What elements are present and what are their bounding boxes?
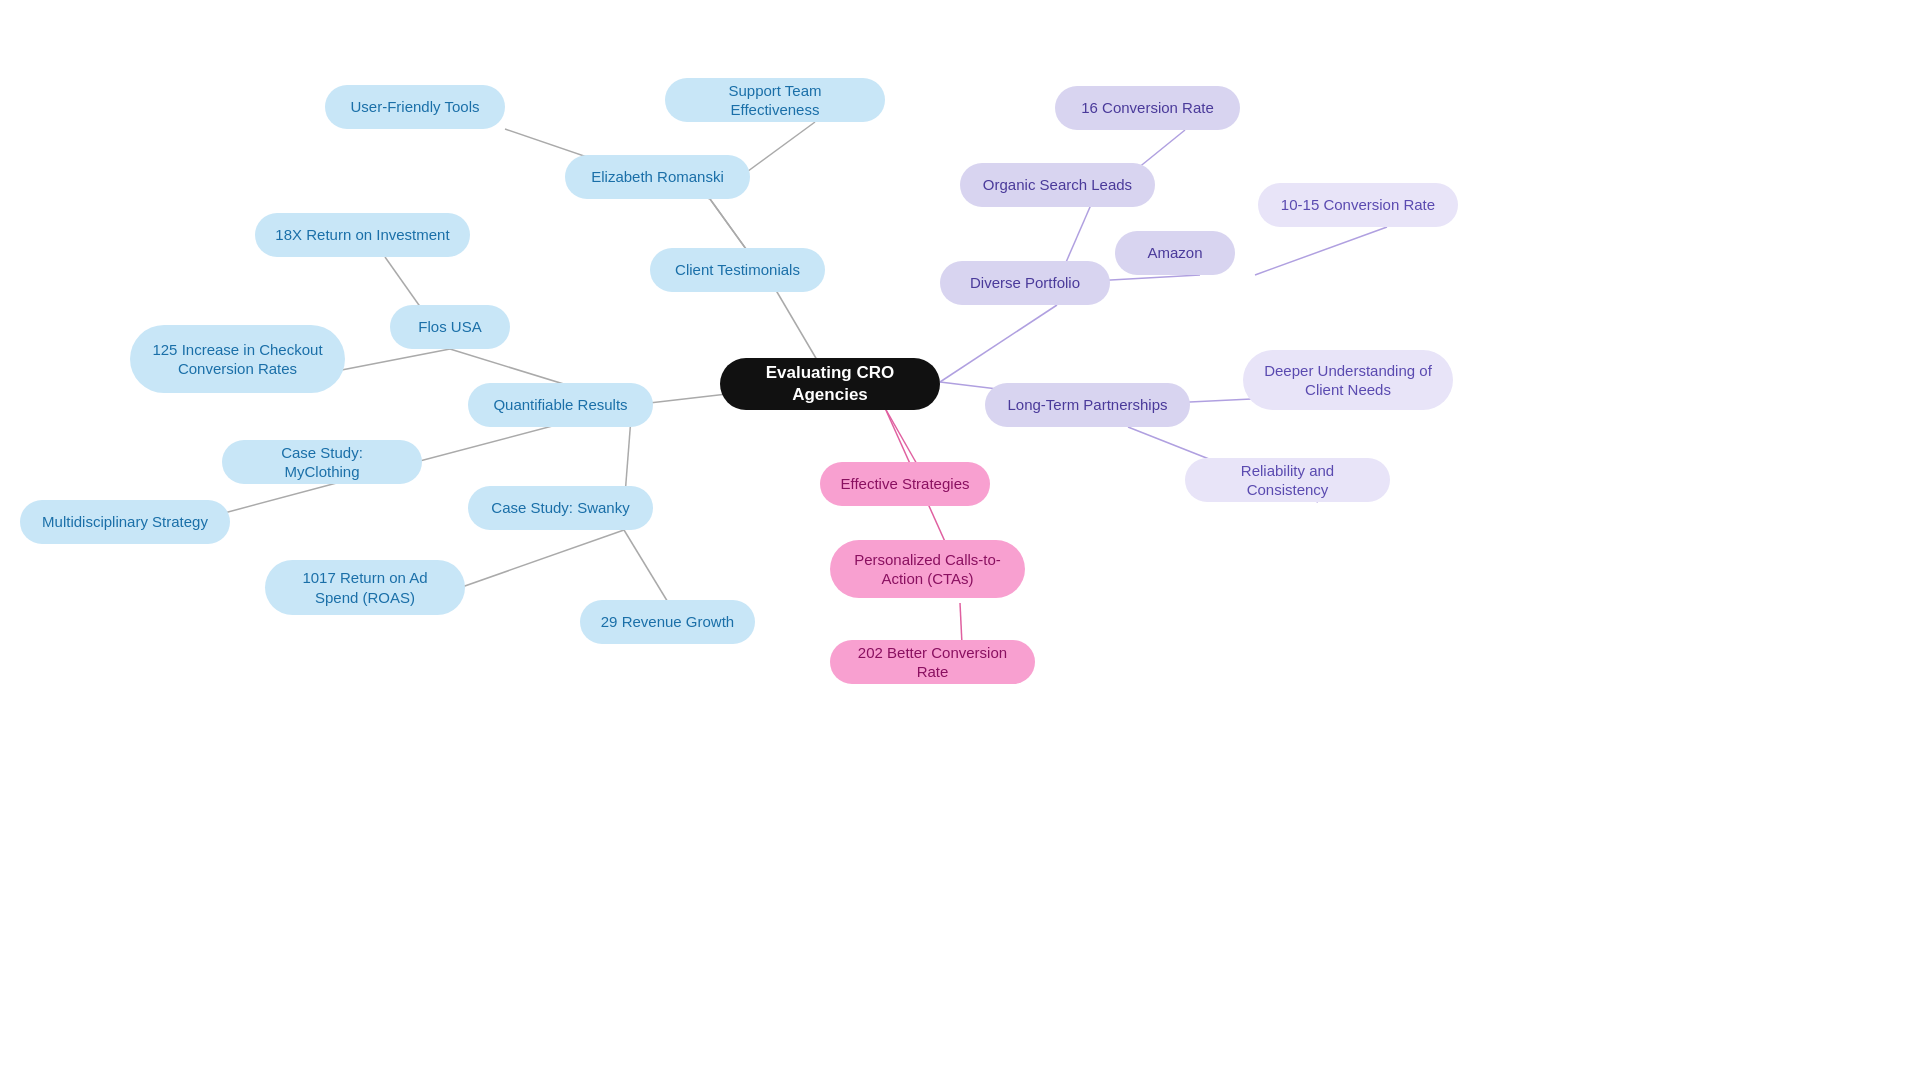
node-personalized-ctas: Personalized Calls-to-Action (CTAs) [830,540,1025,598]
node-conversion-rate-1015: 10-15 Conversion Rate [1258,183,1458,227]
node-quantifiable-results: Quantifiable Results [468,383,653,427]
node-conversion-rate-16: 16 Conversion Rate [1055,86,1240,130]
node-return-on-ad-spend: 1017 Return on Ad Spend (ROAS) [265,560,465,615]
node-revenue-growth: 29 Revenue Growth [580,600,755,644]
node-client-testimonials: Client Testimonials [650,248,825,292]
svg-line-18 [1255,227,1387,275]
node-increase-checkout: 125 Increase in Checkout Conversion Rate… [130,325,345,393]
node-multidisciplinary-strategy: Multidisciplinary Strategy [20,500,230,544]
svg-line-14 [940,305,1057,382]
node-better-conversion-rate: 202 Better Conversion Rate [830,640,1035,684]
node-effective-strategies: Effective Strategies [820,462,990,506]
node-reliability-consistency: Reliability and Consistency [1185,458,1390,502]
node-deeper-understanding: Deeper Understanding of Client Needs [1243,350,1453,410]
node-diverse-portfolio: Diverse Portfolio [940,261,1110,305]
center-node: Evaluating CRO Agencies [720,358,940,410]
node-long-term-partnerships: Long-Term Partnerships [985,383,1190,427]
node-case-study-myclothing: Case Study: MyClothing [222,440,422,484]
node-return-on-investment: 18X Return on Investment [255,213,470,257]
node-user-friendly-tools: User-Friendly Tools [325,85,505,129]
node-amazon: Amazon [1115,231,1235,275]
node-flos-usa: Flos USA [390,305,510,349]
node-support-team-effectiveness: Support Team Effectiveness [665,78,885,122]
node-organic-search-leads: Organic Search Leads [960,163,1155,207]
node-elizabeth-romanski: Elizabeth Romanski [565,155,750,199]
node-case-study-swanky: Case Study: Swanky [468,486,653,530]
